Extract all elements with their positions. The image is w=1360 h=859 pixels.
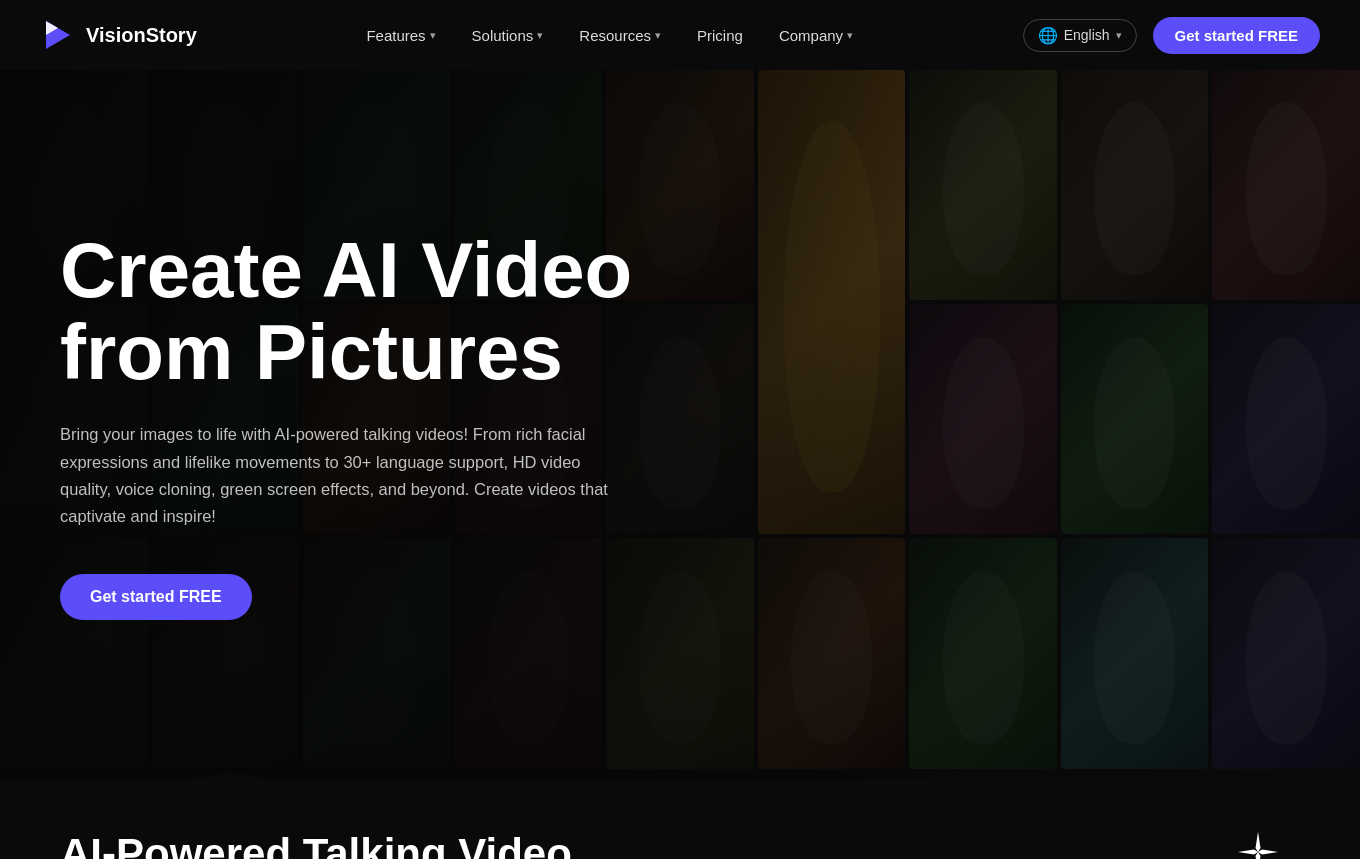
hero-description: Bring your images to life with AI-powere… bbox=[60, 421, 620, 530]
features-label: Features bbox=[366, 27, 425, 44]
logo[interactable]: VisionStory bbox=[40, 17, 197, 53]
resources-chevron-icon: ▾ bbox=[655, 29, 661, 42]
logo-text: VisionStory bbox=[86, 24, 197, 47]
navbar: VisionStory Features ▾ Solutions ▾ Resou… bbox=[0, 0, 1360, 70]
company-label: Company bbox=[779, 27, 843, 44]
nav-pricing[interactable]: Pricing bbox=[683, 19, 757, 52]
nav-right: 🌐 English ▾ Get started FREE bbox=[1023, 17, 1320, 54]
solutions-label: Solutions bbox=[472, 27, 534, 44]
features-chevron-icon: ▾ bbox=[430, 29, 436, 42]
hero-title: Create AI Video from Pictures bbox=[60, 230, 700, 394]
sparkle-icon bbox=[1236, 830, 1280, 859]
resources-label: Resources bbox=[579, 27, 651, 44]
nav-solutions[interactable]: Solutions ▾ bbox=[458, 19, 558, 52]
hero-section: Create AI Video from Pictures Bring your… bbox=[0, 70, 1360, 780]
language-selector[interactable]: 🌐 English ▾ bbox=[1023, 19, 1137, 52]
language-label: English bbox=[1064, 27, 1110, 43]
company-chevron-icon: ▾ bbox=[847, 29, 853, 42]
pricing-label: Pricing bbox=[697, 27, 743, 44]
nav-features[interactable]: Features ▾ bbox=[352, 19, 449, 52]
solutions-chevron-icon: ▾ bbox=[537, 29, 543, 42]
nav-links: Features ▾ Solutions ▾ Resources ▾ Prici… bbox=[352, 19, 867, 52]
ai-talking-video-section: AI-Powered Talking Video bbox=[0, 780, 1360, 859]
nav-cta-button[interactable]: Get started FREE bbox=[1153, 17, 1320, 54]
logo-icon bbox=[40, 17, 76, 53]
nav-resources[interactable]: Resources ▾ bbox=[565, 19, 675, 52]
globe-icon: 🌐 bbox=[1038, 26, 1058, 45]
section-title: AI-Powered Talking Video bbox=[60, 830, 572, 859]
hero-content: Create AI Video from Pictures Bring your… bbox=[0, 70, 760, 780]
hero-cta-button[interactable]: Get started FREE bbox=[60, 574, 252, 620]
language-chevron-icon: ▾ bbox=[1116, 29, 1122, 42]
nav-company[interactable]: Company ▾ bbox=[765, 19, 867, 52]
section-title-text: AI-Powered Talking Video bbox=[60, 830, 572, 859]
